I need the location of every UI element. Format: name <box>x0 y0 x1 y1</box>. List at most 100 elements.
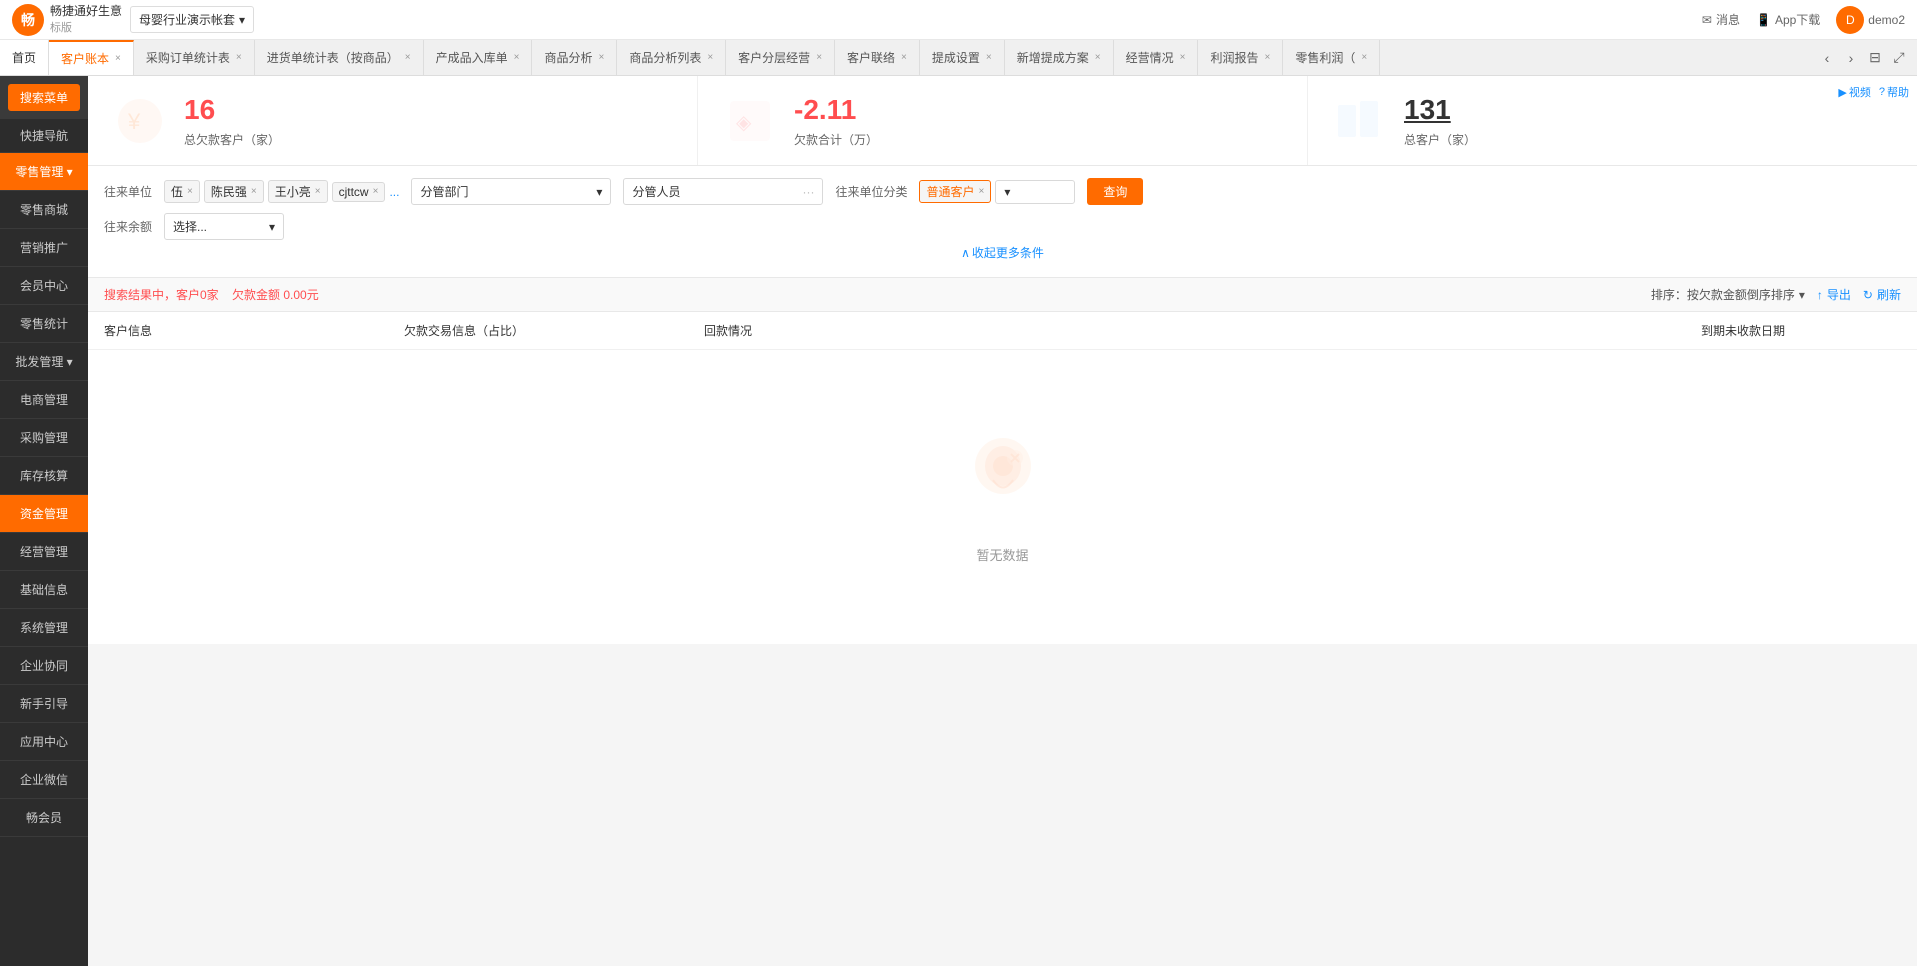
content-area: ¥ 16 总欠款客户（家） ◈ -2.11 欠款合计（万） <box>88 76 1917 966</box>
tab-promotion-settings[interactable]: 提成设置 × <box>920 40 1005 76</box>
sidebar-item-operations[interactable]: 经营管理 <box>0 533 88 571</box>
tab-profit-report[interactable]: 利润报告 × <box>1198 40 1283 76</box>
help-link[interactable]: ? 帮助 <box>1879 84 1909 100</box>
tab-operation-status-close[interactable]: × <box>1180 52 1186 63</box>
tab-goods-analysis-list[interactable]: 商品分析列表 × <box>617 40 726 76</box>
stat-info-total: 131 总客户（家） <box>1404 93 1476 148</box>
sidebar-item-wholesale-mgmt[interactable]: 批发管理 ▾ <box>0 343 88 381</box>
video-link[interactable]: ▶ 视频 <box>1838 84 1870 100</box>
tab-goods-analysis-label: 商品分析 <box>544 49 592 66</box>
tab-promotion-settings-close[interactable]: × <box>986 52 992 63</box>
tab-goods-analysis-list-close[interactable]: × <box>707 52 713 63</box>
nav-next-button[interactable]: › <box>1841 48 1861 68</box>
filter-balance-placeholder: 选择... <box>173 218 207 235</box>
tab-customer-contact-close[interactable]: × <box>901 52 907 63</box>
results-info: 搜索结果中，客户0家 欠款金额 0.00元 <box>104 286 319 303</box>
filter-tag-2-remove[interactable]: × <box>315 186 321 197</box>
sidebar-item-app-center[interactable]: 应用中心 <box>0 723 88 761</box>
filter-tag-1-label: 陈民强 <box>211 183 247 200</box>
tab-customer-layer-close[interactable]: × <box>816 52 822 63</box>
sidebar-item-enterprise[interactable]: 企业协同 <box>0 647 88 685</box>
tab-operation-status[interactable]: 经营情况 × <box>1114 40 1199 76</box>
tab-retail-profit[interactable]: 零售利润（ × <box>1283 40 1380 76</box>
collapse-button[interactable]: ∧ 收起更多条件 <box>961 244 1044 261</box>
sidebar-item-new-guide[interactable]: 新手引导 <box>0 685 88 723</box>
filter-tag-0-remove[interactable]: × <box>187 186 193 197</box>
tab-profit-report-label: 利润报告 <box>1210 49 1258 66</box>
filter-tag-2: 王小亮 × <box>268 180 328 203</box>
table-col-customer: 客户信息 <box>104 322 404 339</box>
filter-department-select[interactable]: 分管部门 ▾ <box>411 178 611 205</box>
tab-purchase-order-close[interactable]: × <box>236 52 242 63</box>
filter-more-button[interactable]: ... <box>389 185 399 199</box>
filter-person-clear[interactable]: ··· <box>802 185 814 199</box>
sidebar-item-inventory[interactable]: 库存核算 <box>0 457 88 495</box>
message-button[interactable]: ✉ 消息 <box>1702 11 1740 28</box>
export-button[interactable]: ↑ 导出 <box>1817 286 1851 303</box>
sort-button[interactable]: 排序：按欠款金额倒序排序 ▾ <box>1651 286 1805 303</box>
tab-purchase-order[interactable]: 采购订单统计表 × <box>134 40 255 76</box>
filter-tag-1-remove[interactable]: × <box>251 186 257 197</box>
filter-tag-3-remove[interactable]: × <box>373 186 379 197</box>
user-profile[interactable]: D demo2 <box>1836 6 1905 34</box>
filter-tag-0: 伍 × <box>164 180 200 203</box>
filter-category-tag-remove[interactable]: × <box>978 186 984 197</box>
tab-customers[interactable]: 客户账本 × <box>49 40 134 76</box>
sidebar-item-vip-member[interactable]: 畅会员 <box>0 799 88 837</box>
filter-category-select[interactable]: ▾ <box>995 180 1075 204</box>
sidebar-item-basic-info[interactable]: 基础信息 <box>0 571 88 609</box>
sidebar-item-retail-mgmt[interactable]: 零售管理 ▾ <box>0 153 88 191</box>
tab-goods-analysis-close[interactable]: × <box>598 52 604 63</box>
sidebar-item-retail-shop[interactable]: 零售商城 <box>0 191 88 229</box>
sidebar-item-quick-nav[interactable]: 快捷导航 <box>0 119 88 153</box>
query-button[interactable]: 查询 <box>1087 178 1143 205</box>
tab-stock-stats[interactable]: 进货单统计表（按商品） × <box>255 40 424 76</box>
nav-fullscreen-button[interactable]: ⤢ <box>1889 48 1909 68</box>
chevron-down-icon: ▾ <box>269 220 275 234</box>
nav-prev-button[interactable]: ‹ <box>1817 48 1837 68</box>
filter-balance-select[interactable]: 选择... ▾ <box>164 213 284 240</box>
sidebar-item-purchase[interactable]: 采购管理 <box>0 419 88 457</box>
table-header: 客户信息 欠款交易信息（占比） 回款情况 到期未收款日期 <box>88 312 1917 350</box>
empty-state-icon <box>963 430 1043 529</box>
results-bar: 搜索结果中，客户0家 欠款金额 0.00元 排序：按欠款金额倒序排序 ▾ ↑ 导… <box>88 278 1917 312</box>
tab-product-stock[interactable]: 产成品入库单 × <box>424 40 533 76</box>
tab-retail-profit-close[interactable]: × <box>1361 52 1367 63</box>
tab-new-promotion[interactable]: 新增提成方案 × <box>1005 40 1114 76</box>
sidebar-item-member-center[interactable]: 会员中心 <box>0 267 88 305</box>
chevron-down-icon: ▾ <box>239 13 245 27</box>
empty-state: 暂无数据 <box>88 350 1917 644</box>
app-download-button[interactable]: 📱 App下载 <box>1756 11 1820 28</box>
sidebar-search-area: 搜索菜单 <box>0 76 88 119</box>
tab-profit-report-close[interactable]: × <box>1264 52 1270 63</box>
sidebar-item-system[interactable]: 系统管理 <box>0 609 88 647</box>
workspace-selector[interactable]: 母婴行业演示帐套 ▾ <box>130 6 254 33</box>
nav-tabs: 首页 客户账本 × 采购订单统计表 × 进货单统计表（按商品） × 产成品入库单… <box>0 40 1917 76</box>
tab-customer-layer-label: 客户分层经营 <box>738 49 810 66</box>
tab-home[interactable]: 首页 <box>0 40 49 76</box>
sidebar-item-capital[interactable]: 资金管理 <box>0 495 88 533</box>
filter-person-select[interactable]: 分管人员 ··· <box>623 178 823 205</box>
sidebar-item-ecommerce[interactable]: 电商管理 <box>0 381 88 419</box>
tab-product-stock-close[interactable]: × <box>514 52 520 63</box>
tab-goods-analysis[interactable]: 商品分析 × <box>532 40 617 76</box>
nav-expand-button[interactable]: ⊟ <box>1865 48 1885 68</box>
tab-new-promotion-close[interactable]: × <box>1095 52 1101 63</box>
refresh-button[interactable]: ↻ 刷新 <box>1863 286 1901 303</box>
table-col-due-date: 到期未收款日期 <box>1701 322 1901 339</box>
tab-customer-contact[interactable]: 客户联络 × <box>835 40 920 76</box>
stat-info-amount: -2.11 欠款合计（万） <box>794 93 878 148</box>
search-menu-button[interactable]: 搜索菜单 <box>8 84 80 111</box>
filter-tag-3: cjttcw × <box>332 182 386 202</box>
tab-customer-layer[interactable]: 客户分层经营 × <box>726 40 835 76</box>
stat-value-customers: 16 <box>184 93 280 127</box>
sidebar-item-retail-stats[interactable]: 零售统计 <box>0 305 88 343</box>
top-bar: 畅 畅捷通好生意 标版 母婴行业演示帐套 ▾ ✉ 消息 📱 App下载 D de… <box>0 0 1917 40</box>
tab-home-label: 首页 <box>12 49 36 66</box>
sidebar-item-marketing[interactable]: 营销推广 <box>0 229 88 267</box>
tab-customers-close[interactable]: × <box>115 53 121 64</box>
chevron-down-icon: ▾ <box>1799 288 1805 302</box>
tab-stock-stats-close[interactable]: × <box>405 52 411 63</box>
sidebar-item-enterprise-wechat[interactable]: 企业微信 <box>0 761 88 799</box>
svg-text:¥: ¥ <box>127 109 141 134</box>
